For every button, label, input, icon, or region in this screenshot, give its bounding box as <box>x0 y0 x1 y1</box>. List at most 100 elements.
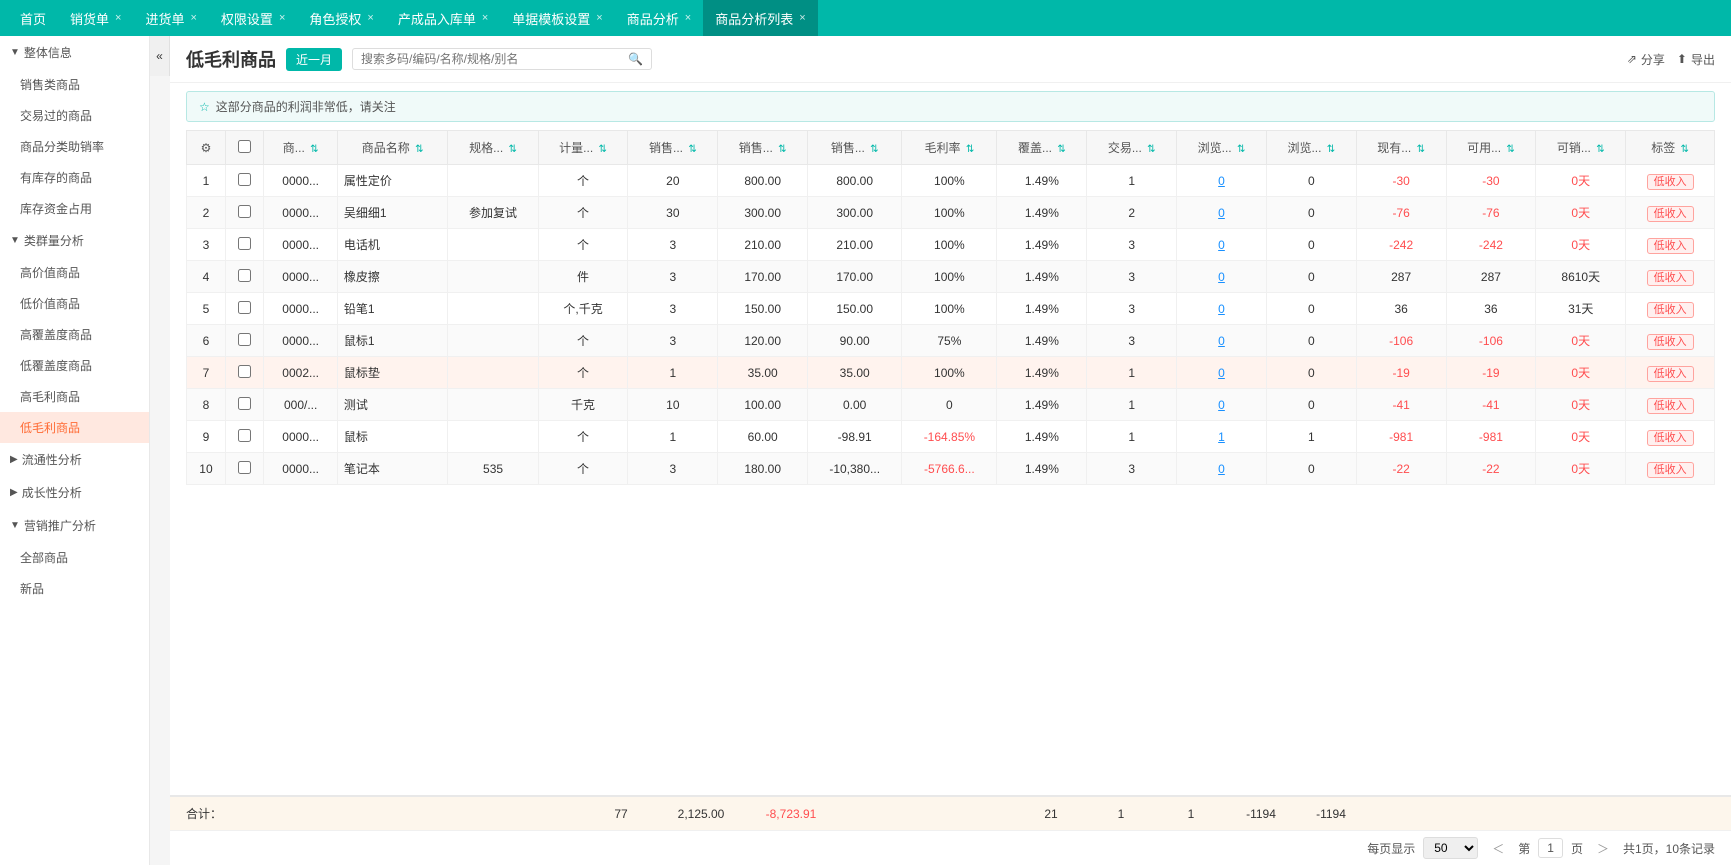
row-browse1[interactable]: 0 <box>1177 197 1267 229</box>
search-input[interactable] <box>361 52 622 66</box>
nav-purchase-order[interactable]: 进货单 × <box>133 0 208 36</box>
nav-close-template-settings[interactable]: × <box>596 12 602 24</box>
sidebar-item-high-value[interactable]: 高价值商品 <box>0 257 149 288</box>
col-current-stock[interactable]: 现有... ⇅ <box>1356 131 1446 165</box>
row-checkbox[interactable] <box>225 261 263 293</box>
pagination-bar: 每页显示 50 100 200 ＜ 第 1 页 ＞ 共1页，10条记录 <box>170 830 1731 865</box>
nav-sales-order[interactable]: 销货单 × <box>58 0 133 36</box>
sidebar-group-marketing[interactable]: ▼ 营销推广分析 <box>0 509 149 542</box>
row-browse1[interactable]: 0 <box>1177 293 1267 325</box>
row-gross-margin: 100% <box>902 197 997 229</box>
sidebar-item-low-margin[interactable]: 低毛利商品 <box>0 412 149 443</box>
sidebar-group-cluster[interactable]: ▼ 类群量分析 <box>0 224 149 257</box>
nav-close-goods-analysis-list[interactable]: × <box>799 12 805 24</box>
sidebar-item-stock-funds[interactable]: 库存资金占用 <box>0 193 149 224</box>
row-settings: 3 <box>187 229 226 261</box>
share-button[interactable]: ⇗ 分享 <box>1627 51 1665 68</box>
sidebar-item-new-goods[interactable]: 新品 <box>0 573 149 604</box>
row-checkbox[interactable] <box>225 421 263 453</box>
col-available[interactable]: 可用... ⇅ <box>1446 131 1536 165</box>
sidebar-item-high-margin[interactable]: 高毛利商品 <box>0 381 149 412</box>
col-gross-margin[interactable]: 毛利率 ⇅ <box>902 131 997 165</box>
nav-close-permissions[interactable]: × <box>279 12 285 24</box>
row-checkbox[interactable] <box>225 325 263 357</box>
col-name[interactable]: 商品名称 ⇅ <box>337 131 448 165</box>
col-checkbox[interactable] <box>225 131 263 165</box>
nav-close-goods-analysis[interactable]: × <box>685 12 691 24</box>
col-sales-qty[interactable]: 销售... ⇅ <box>628 131 718 165</box>
row-checkbox[interactable] <box>225 453 263 485</box>
col-code[interactable]: 商... ⇅ <box>264 131 338 165</box>
nav-role-auth[interactable]: 角色授权 × <box>297 0 385 36</box>
sidebar-item-low-value[interactable]: 低价值商品 <box>0 288 149 319</box>
sidebar-item-all-goods[interactable]: 全部商品 <box>0 542 149 573</box>
sidebar-collapse-button[interactable]: « <box>150 36 170 76</box>
prev-page-button[interactable]: ＜ <box>1486 838 1510 859</box>
col-tag[interactable]: 标签 ⇅ <box>1626 131 1715 165</box>
sidebar-group-overall[interactable]: ▼ 整体信息 <box>0 36 149 69</box>
table-row: 8 000/... 测试 千克 10 100.00 0.00 0 1.49% 1… <box>187 389 1715 421</box>
row-browse1[interactable]: 0 <box>1177 165 1267 197</box>
page-size-select[interactable]: 50 100 200 <box>1423 837 1478 859</box>
row-checkbox[interactable] <box>225 165 263 197</box>
sidebar-item-traded-goods[interactable]: 交易过的商品 <box>0 100 149 131</box>
col-saleable[interactable]: 可销... ⇅ <box>1536 131 1626 165</box>
row-browse1[interactable]: 0 <box>1177 389 1267 421</box>
totals-browse2: 1 <box>1156 807 1226 821</box>
col-spec[interactable]: 规格... ⇅ <box>448 131 538 165</box>
sidebar-group-flow[interactable]: ▶ 流通性分析 <box>0 443 149 476</box>
sidebar-item-sales-goods[interactable]: 销售类商品 <box>0 69 149 100</box>
export-button[interactable]: ⬆ 导出 <box>1677 51 1715 68</box>
nav-home[interactable]: 首页 <box>8 0 58 36</box>
row-spec <box>448 293 538 325</box>
sidebar-item-category-rate[interactable]: 商品分类助销率 <box>0 131 149 162</box>
row-browse1[interactable]: 0 <box>1177 453 1267 485</box>
row-settings: 9 <box>187 421 226 453</box>
nav-close-purchase-order[interactable]: × <box>190 12 196 24</box>
row-browse1[interactable]: 0 <box>1177 261 1267 293</box>
row-browse2: 0 <box>1266 453 1356 485</box>
row-browse1[interactable]: 0 <box>1177 357 1267 389</box>
row-checkbox[interactable] <box>225 293 263 325</box>
nav-close-role-auth[interactable]: × <box>367 12 373 24</box>
row-browse1[interactable]: 0 <box>1177 229 1267 261</box>
row-code: 0000... <box>264 229 338 261</box>
col-trade[interactable]: 交易... ⇅ <box>1087 131 1177 165</box>
row-checkbox[interactable] <box>225 389 263 421</box>
row-checkbox[interactable] <box>225 197 263 229</box>
col-coverage[interactable]: 覆盖... ⇅ <box>997 131 1087 165</box>
search-icon[interactable]: 🔍 <box>628 52 643 66</box>
col-sales-price[interactable]: 销售... ⇅ <box>718 131 808 165</box>
row-browse1[interactable]: 0 <box>1177 325 1267 357</box>
nav-permissions[interactable]: 权限设置 × <box>209 0 297 36</box>
filter-date-button[interactable]: 近一月 <box>286 48 342 71</box>
nav-close-sales-order[interactable]: × <box>115 12 121 24</box>
nav-template-settings[interactable]: 单据模板设置 × <box>500 0 614 36</box>
row-spec <box>448 421 538 453</box>
col-sales-amount[interactable]: 销售... ⇅ <box>808 131 902 165</box>
nav-goods-analysis-list[interactable]: 商品分析列表 × <box>703 0 817 36</box>
col-browse2[interactable]: 浏览... ⇅ <box>1266 131 1356 165</box>
row-spec: 535 <box>448 453 538 485</box>
sidebar-item-high-coverage[interactable]: 高覆盖度商品 <box>0 319 149 350</box>
row-sales-price: 60.00 <box>718 421 808 453</box>
col-unit[interactable]: 计量... ⇅ <box>538 131 628 165</box>
col-settings[interactable]: ⚙ <box>187 131 226 165</box>
row-gross-margin: 100% <box>902 293 997 325</box>
select-all-checkbox[interactable] <box>238 140 251 153</box>
totals-current-stock: -1194 <box>1226 807 1296 821</box>
nav-goods-analysis[interactable]: 商品分析 × <box>615 0 703 36</box>
nav-close-product-entry[interactable]: × <box>482 12 488 24</box>
sidebar-group-growth[interactable]: ▶ 成长性分析 <box>0 476 149 509</box>
row-checkbox[interactable] <box>225 229 263 261</box>
row-checkbox[interactable] <box>225 357 263 389</box>
col-browse1[interactable]: 浏览... ⇅ <box>1177 131 1267 165</box>
nav-product-entry[interactable]: 产成品入库单 × <box>386 0 500 36</box>
next-page-button[interactable]: ＞ <box>1591 838 1615 859</box>
current-page-number[interactable]: 1 <box>1538 838 1563 858</box>
row-available: -22 <box>1446 453 1536 485</box>
row-browse1[interactable]: 1 <box>1177 421 1267 453</box>
row-saleable: 0天 <box>1536 325 1626 357</box>
sidebar-item-low-coverage[interactable]: 低覆盖度商品 <box>0 350 149 381</box>
sidebar-item-stocked-goods[interactable]: 有库存的商品 <box>0 162 149 193</box>
